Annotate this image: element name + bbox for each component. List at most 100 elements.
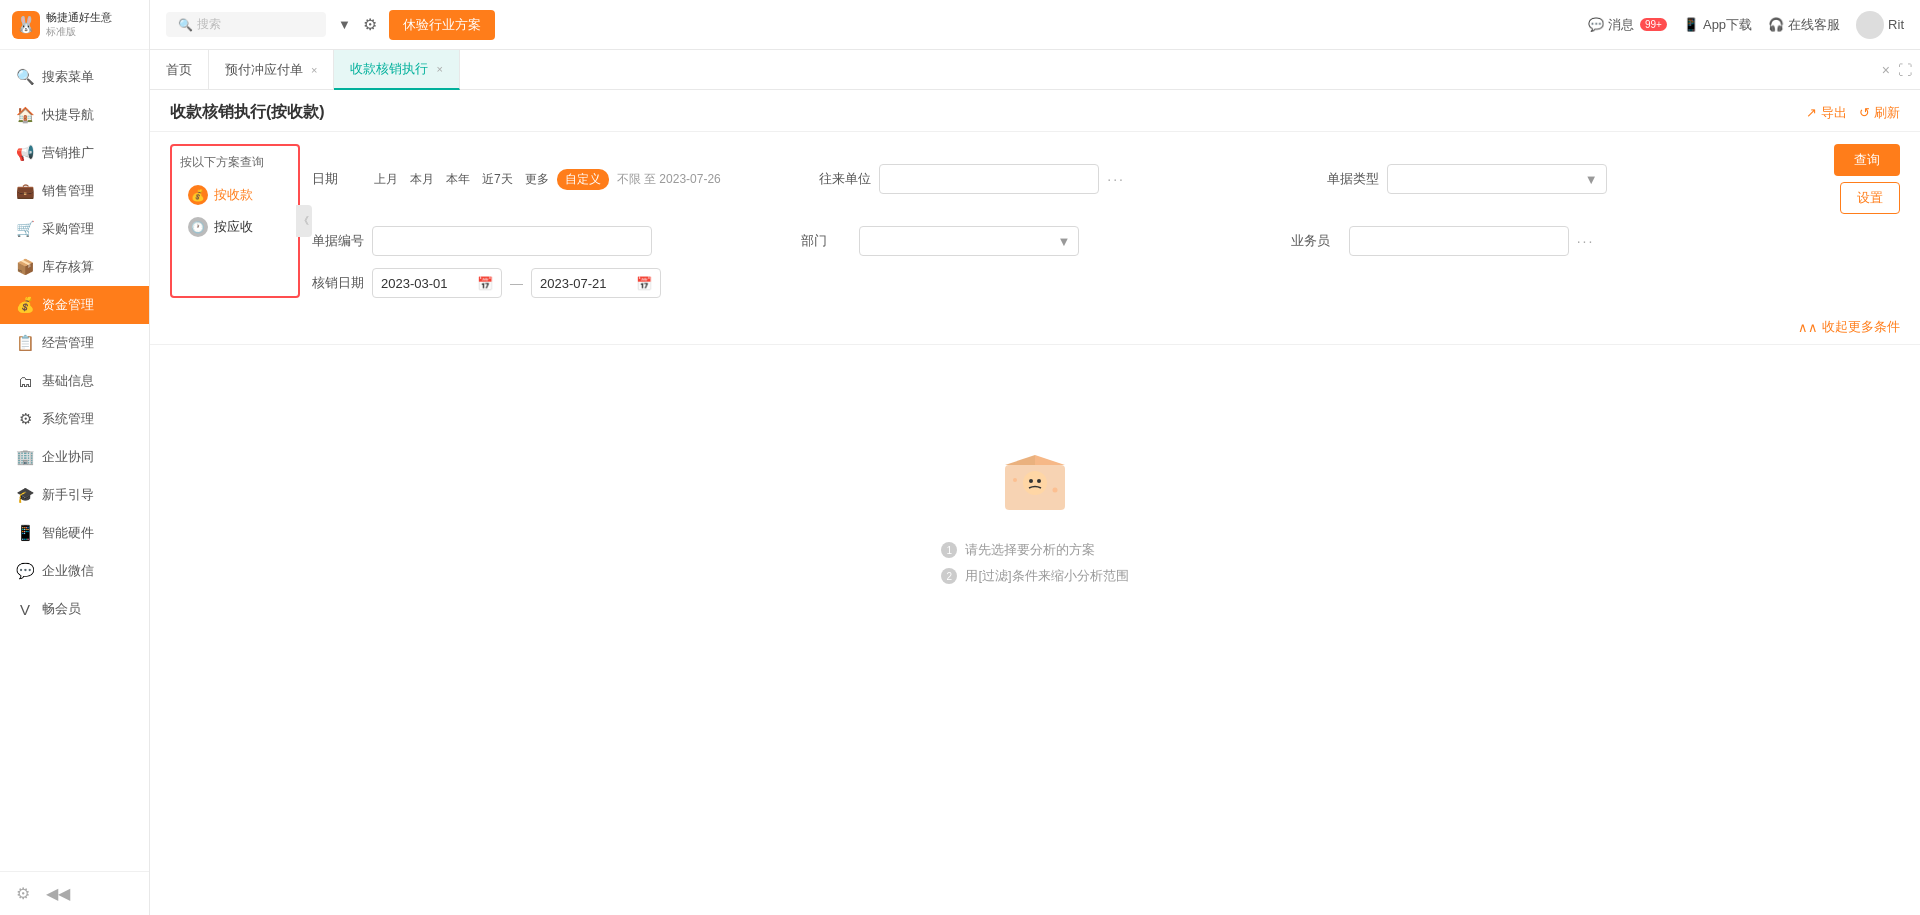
page-header-actions: ↗ 导出 ↺ 刷新 (1806, 104, 1900, 122)
sidebar-item-guide[interactable]: 🎓 新手引导 (0, 476, 149, 514)
sidebar-item-vip[interactable]: V 畅会员 (0, 590, 149, 628)
collapse-more-label: 收起更多条件 (1822, 318, 1900, 336)
filter-row-3: 核销日期 2023-03-01 📅 — 2023-07-21 📅 (312, 268, 1900, 298)
sidebar-label-vip: 畅会员 (42, 600, 81, 618)
refresh-btn[interactable]: ↺ 刷新 (1859, 104, 1900, 122)
sidebar-item-inventory[interactable]: 📦 库存核算 (0, 248, 149, 286)
filter-option-by-receipt[interactable]: 💰 按收款 (180, 179, 290, 211)
svg-point-5 (1037, 479, 1041, 483)
tip-text-1: 请先选择要分析的方案 (965, 541, 1095, 559)
user-name: Rit (1888, 17, 1904, 32)
verify-date-end-input[interactable]: 2023-07-21 📅 (531, 268, 661, 298)
staff-dots-btn[interactable]: ··· (1577, 233, 1595, 249)
tab-prepay-close[interactable]: × (311, 64, 317, 76)
sidebar-label-hardware: 智能硬件 (42, 524, 94, 542)
date-btn-this-month[interactable]: 本月 (406, 169, 438, 190)
dept-select-arrow: ▼ (1057, 234, 1070, 249)
tab-expand-icon[interactable]: ⛶ (1898, 62, 1912, 78)
doc-type-select[interactable]: ▼ (1387, 164, 1607, 194)
sidebar-footer: ⚙ ◀◀ (0, 871, 149, 915)
filter-option-by-receivable[interactable]: 🕐 按应收 (180, 211, 290, 243)
dept-select[interactable]: ▼ (859, 226, 1079, 256)
tip-num-1: 1 (941, 542, 957, 558)
sidebar-label-basic-info: 基础信息 (42, 372, 94, 390)
receivable-option-icon: 🕐 (188, 217, 208, 237)
svg-marker-1 (1005, 455, 1035, 465)
doc-no-label: 单据编号 (312, 232, 364, 250)
sidebar-nav: 🔍 搜索菜单 🏠 快捷导航 📢 营销推广 💼 销售管理 🛒 采购管理 📦 库存核… (0, 50, 149, 871)
collapse-sidebar-icon[interactable]: ◀◀ (46, 884, 70, 903)
export-btn[interactable]: ↗ 导出 (1806, 104, 1847, 122)
sidebar-label-search-menu: 搜索菜单 (42, 68, 94, 86)
app-download-btn[interactable]: 📱 App下载 (1683, 16, 1752, 34)
tab-receivable-label: 收款核销执行 (350, 60, 428, 78)
doc-no-input[interactable] (372, 226, 652, 256)
sidebar-label-inventory: 库存核算 (42, 258, 94, 276)
partner-dots-btn[interactable]: ··· (1107, 171, 1125, 187)
tab-prepay[interactable]: 预付冲应付单 × (209, 50, 334, 90)
message-icon: 💬 (1588, 17, 1604, 32)
sidebar-item-basic-info[interactable]: 🗂 基础信息 (0, 362, 149, 400)
sidebar-label-wechat: 企业微信 (42, 562, 94, 580)
refresh-icon: ↺ (1859, 105, 1870, 120)
query-btn[interactable]: 查询 (1834, 144, 1900, 176)
sidebar-item-marketing[interactable]: 📢 营销推广 (0, 134, 149, 172)
svg-point-6 (1013, 478, 1017, 482)
sidebar-item-wechat[interactable]: 💬 企业微信 (0, 552, 149, 590)
tab-prepay-label: 预付冲应付单 (225, 61, 303, 79)
empty-svg (985, 425, 1085, 525)
message-btn[interactable]: 💬 消息 99+ (1588, 16, 1667, 34)
date-btn-custom[interactable]: 自定义 (557, 169, 609, 190)
svg-point-7 (1053, 488, 1058, 493)
date-btn-this-year[interactable]: 本年 (442, 169, 474, 190)
export-label: 导出 (1821, 104, 1847, 122)
online-service-btn[interactable]: 🎧 在线客服 (1768, 16, 1840, 34)
collapse-more-btn[interactable]: ∧∧ 收起更多条件 (1798, 318, 1900, 336)
sidebar-item-quick-nav[interactable]: 🏠 快捷导航 (0, 96, 149, 134)
sidebar-item-enterprise[interactable]: 🏢 企业协同 (0, 438, 149, 476)
header-gear-icon[interactable]: ⚙ (363, 15, 377, 34)
sidebar-item-sales[interactable]: 💼 销售管理 (0, 172, 149, 210)
date-label: 日期 (312, 170, 362, 188)
svg-point-4 (1029, 479, 1033, 483)
export-icon: ↗ (1806, 105, 1817, 120)
top-header: 🔍 搜索 ▼ ⚙ 休验行业方案 💬 消息 99+ 📱 App下载 🎧 在线客服 … (150, 0, 1920, 50)
empty-tip-2: 2 用[过滤]条件来缩小分析范围 (941, 567, 1128, 585)
date-btn-7days[interactable]: 近7天 (478, 169, 517, 190)
calendar-end-icon: 📅 (636, 276, 652, 291)
sidebar-label-sales: 销售管理 (42, 182, 94, 200)
tab-home[interactable]: 首页 (150, 50, 209, 90)
header-search-box[interactable]: 🔍 搜索 (166, 12, 326, 37)
tab-receivable-close[interactable]: × (436, 63, 442, 75)
settings-btn[interactable]: 设置 (1840, 182, 1900, 214)
dept-label: 部门 (801, 232, 851, 250)
sidebar-item-hardware[interactable]: 📱 智能硬件 (0, 514, 149, 552)
tab-actions: × ⛶ (1882, 62, 1920, 78)
sidebar-item-system[interactable]: ⚙ 系统管理 (0, 400, 149, 438)
doc-type-field: 单据类型 ▼ (1327, 164, 1818, 194)
date-btn-last-month[interactable]: 上月 (370, 169, 402, 190)
date-btn-more[interactable]: 更多 (521, 169, 553, 190)
sidebar-label-operation: 经营管理 (42, 334, 94, 352)
sidebar-item-purchase[interactable]: 🛒 采购管理 (0, 210, 149, 248)
filter-panel-collapse-btn[interactable]: 《 (296, 205, 312, 237)
industry-btn[interactable]: 休验行业方案 (389, 10, 495, 40)
tab-receivable[interactable]: 收款核销执行 × (334, 50, 459, 90)
online-service-label: 在线客服 (1788, 16, 1840, 34)
sidebar-item-operation[interactable]: 📋 经营管理 (0, 324, 149, 362)
sidebar-item-search-menu[interactable]: 🔍 搜索菜单 (0, 58, 149, 96)
app-icon: 📱 (1683, 17, 1699, 32)
sidebar-icon-search-menu: 🔍 (16, 68, 34, 86)
settings-icon[interactable]: ⚙ (16, 884, 30, 903)
user-info[interactable]: Rit (1856, 11, 1904, 39)
tab-close-all-icon[interactable]: × (1882, 62, 1890, 78)
staff-input[interactable] (1349, 226, 1569, 256)
tab-bar: 首页 预付冲应付单 × 收款核销执行 × × ⛶ (150, 50, 1920, 90)
doc-type-label: 单据类型 (1327, 170, 1379, 188)
verify-date-end-value: 2023-07-21 (540, 276, 632, 291)
partner-input[interactable] (879, 164, 1099, 194)
verify-date-start-input[interactable]: 2023-03-01 📅 (372, 268, 502, 298)
header-dropdown-icon[interactable]: ▼ (338, 17, 351, 32)
sidebar-item-capital[interactable]: 💰 资金管理 (0, 286, 149, 324)
collapse-more-section: ∧∧ 收起更多条件 (150, 310, 1920, 345)
